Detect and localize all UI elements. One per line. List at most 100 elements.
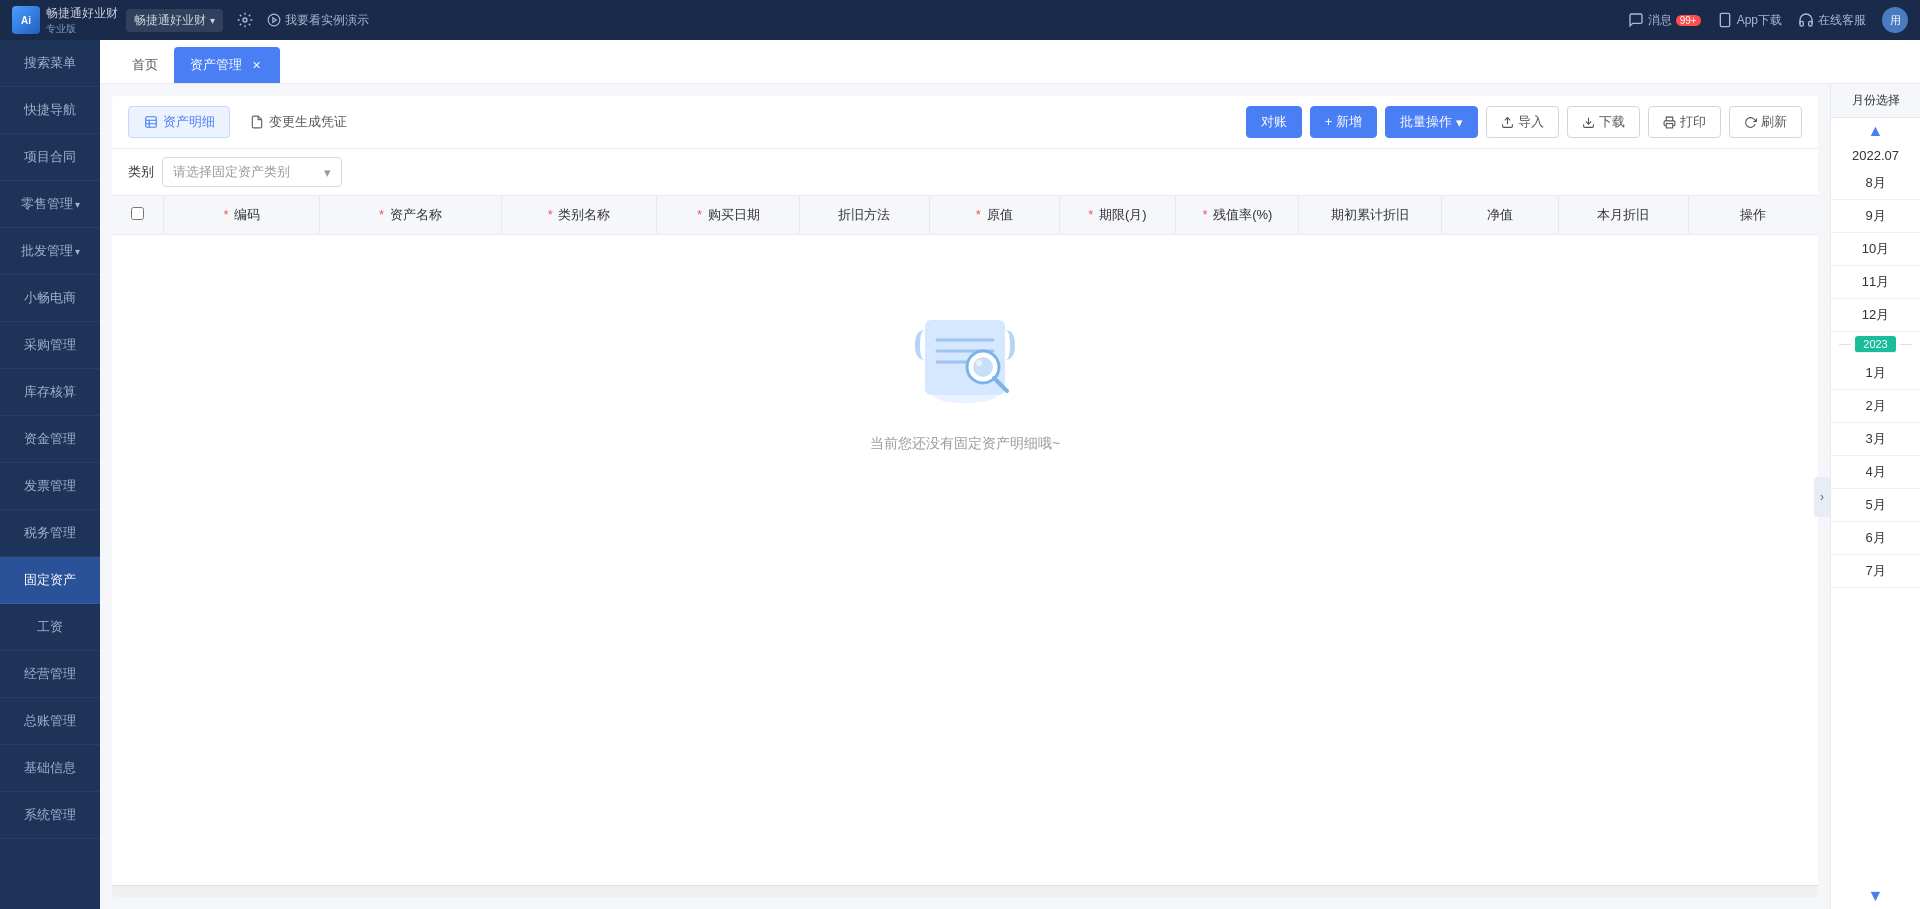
sidebar-item-purchase-mgmt[interactable]: 采购管理	[0, 322, 100, 369]
sidebar-item-label: 总账管理	[8, 712, 92, 730]
month-item-9[interactable]: 9月	[1831, 200, 1920, 233]
add-button[interactable]: + 新增	[1310, 106, 1377, 138]
refresh-button[interactable]: 刷新	[1729, 106, 1802, 138]
col-checkbox	[112, 196, 164, 235]
sidebar-item-label: 基础信息	[8, 759, 92, 777]
batch-operation-button[interactable]: 批量操作 ▾	[1385, 106, 1478, 138]
company-selector-text: 畅捷通好业财	[134, 12, 206, 29]
sidebar-item-label: 工资	[8, 618, 92, 636]
import-button[interactable]: 导入	[1486, 106, 1559, 138]
sidebar-item-label: 库存核算	[8, 383, 92, 401]
month-item-3[interactable]: 3月	[1831, 423, 1920, 456]
month-item-12[interactable]: 12月	[1831, 299, 1920, 332]
sidebar-item-search[interactable]: 搜索菜单	[0, 40, 100, 87]
sub-tab-asset-detail[interactable]: 资产明细	[128, 106, 230, 138]
batch-dropdown-icon: ▾	[1456, 115, 1463, 130]
page-content: 资产明细 变更生成凭证 对账	[100, 84, 1920, 909]
company-selector[interactable]: 畅捷通好业财 ▾	[126, 9, 223, 32]
month-item-1[interactable]: 1月	[1831, 357, 1920, 390]
sidebar-item-basic-info[interactable]: 基础信息	[0, 745, 100, 792]
chevron-icon: ▾	[75, 199, 80, 210]
online-service-label: 在线客服	[1818, 12, 1866, 29]
brand-name: 畅捷通好业财	[46, 5, 118, 22]
month-item-11[interactable]: 11月	[1831, 266, 1920, 299]
sidebar-item-label: 经营管理	[8, 665, 92, 683]
settings-button[interactable]	[231, 6, 259, 34]
sub-tab-bar: 资产明细 变更生成凭证 对账	[112, 96, 1818, 149]
sidebar-item-capital-mgmt[interactable]: 资金管理	[0, 416, 100, 463]
sidebar-item-label: 发票管理	[8, 477, 92, 495]
sub-tab-change-voucher[interactable]: 变更生成凭证	[234, 106, 362, 138]
doc-icon	[249, 114, 265, 130]
month-nav-down[interactable]: ▼	[1831, 883, 1920, 909]
sidebar-item-general-ledger[interactable]: 总账管理	[0, 698, 100, 745]
message-badge: 99+	[1676, 15, 1701, 26]
category-select-placeholder: 请选择固定资产类别	[173, 163, 290, 181]
col-value: * 原值	[929, 196, 1059, 235]
panel-toggle-button[interactable]: ›	[1814, 477, 1830, 517]
table-header-row: * 编码 * 资产名称 * 类别名称	[112, 196, 1818, 235]
asset-table: * 编码 * 资产名称 * 类别名称	[112, 196, 1818, 235]
month-item-2[interactable]: 2月	[1831, 390, 1920, 423]
demo-link[interactable]: 我要看实例演示	[267, 12, 369, 29]
month-nav-up[interactable]: ▲	[1831, 118, 1920, 144]
svg-rect-11	[1666, 123, 1673, 127]
month-item-6[interactable]: 6月	[1831, 522, 1920, 555]
sidebar-item-fixed-assets[interactable]: 固定资产	[0, 557, 100, 604]
sidebar-item-ecommerce[interactable]: 小畅电商	[0, 275, 100, 322]
sidebar-item-inventory[interactable]: 库存核算	[0, 369, 100, 416]
sidebar-item-label: 资金管理	[8, 430, 92, 448]
print-button[interactable]: 打印	[1648, 106, 1721, 138]
sidebar-item-label: 采购管理	[8, 336, 92, 354]
app-download-button[interactable]: App下载	[1717, 12, 1782, 29]
download-button[interactable]: 下载	[1567, 106, 1640, 138]
filter-bar: 类别 请选择固定资产类别 ▾	[112, 149, 1818, 196]
category-select[interactable]: 请选择固定资产类别 ▾	[162, 157, 342, 187]
month-item-10[interactable]: 10月	[1831, 233, 1920, 266]
sidebar-item-system-mgmt[interactable]: 系统管理	[0, 792, 100, 839]
empty-text: 当前您还没有固定资产明细哦~	[870, 435, 1060, 453]
col-date: * 购买日期	[657, 196, 800, 235]
sub-tab-asset-detail-label: 资产明细	[163, 113, 215, 131]
month-item-4[interactable]: 4月	[1831, 456, 1920, 489]
tab-home-label: 首页	[132, 56, 158, 74]
message-button[interactable]: 消息 99+	[1628, 12, 1701, 29]
chevron-left-icon: ›	[1820, 490, 1824, 504]
sidebar-item-operations-mgmt[interactable]: 经营管理	[0, 651, 100, 698]
sidebar-item-label: 系统管理	[8, 806, 92, 824]
online-service-button[interactable]: 在线客服	[1798, 12, 1866, 29]
month-item-7[interactable]: 7月	[1831, 555, 1920, 588]
col-residual: * 残值率(%)	[1176, 196, 1299, 235]
top-bar-right: 消息 99+ App下载 在线客服 用	[1628, 7, 1908, 33]
month-list: 8月 9月 10月 11月 12月 2023 1月 2月 3月	[1831, 167, 1920, 883]
svg-point-0	[243, 18, 247, 22]
content-area: 首页 资产管理 ✕	[100, 40, 1920, 909]
sidebar-item-label: 项目合同	[8, 148, 92, 166]
select-all-checkbox[interactable]	[131, 207, 144, 220]
reconcile-button[interactable]: 对账	[1246, 106, 1302, 138]
bottom-scrollbar[interactable]	[112, 885, 1818, 897]
download-icon	[1582, 116, 1595, 129]
sidebar-item-salary[interactable]: 工资	[0, 604, 100, 651]
col-code: * 编码	[164, 196, 320, 235]
sidebar-item-wholesale-mgmt[interactable]: 批发管理 ▾	[0, 228, 100, 275]
empty-state: 当前您还没有固定资产明细哦~	[112, 235, 1818, 513]
sidebar-item-project-contract[interactable]: 项目合同	[0, 134, 100, 181]
empty-illustration	[905, 295, 1025, 415]
sidebar-item-tax-mgmt[interactable]: 税务管理	[0, 510, 100, 557]
tab-home[interactable]: 首页	[116, 47, 174, 83]
tab-close-icon[interactable]: ✕	[248, 57, 264, 73]
month-item-5[interactable]: 5月	[1831, 489, 1920, 522]
sidebar-item-label: 批发管理	[21, 242, 73, 260]
top-bar-left: Ai 畅捷通好业财 专业版 畅捷通好业财 ▾ 我要看实例演示	[12, 5, 1628, 36]
sidebar-item-invoice-mgmt[interactable]: 发票管理	[0, 463, 100, 510]
month-item-8[interactable]: 8月	[1831, 167, 1920, 200]
sidebar-item-retail-mgmt[interactable]: 零售管理 ▾	[0, 181, 100, 228]
user-avatar[interactable]: 用	[1882, 7, 1908, 33]
sidebar-item-quick-nav[interactable]: 快捷导航	[0, 87, 100, 134]
sidebar-item-label: 固定资产	[8, 571, 92, 589]
tab-asset-mgmt[interactable]: 资产管理 ✕	[174, 47, 280, 83]
col-category: * 类别名称	[501, 196, 657, 235]
svg-point-18	[973, 357, 993, 377]
import-icon	[1501, 116, 1514, 129]
